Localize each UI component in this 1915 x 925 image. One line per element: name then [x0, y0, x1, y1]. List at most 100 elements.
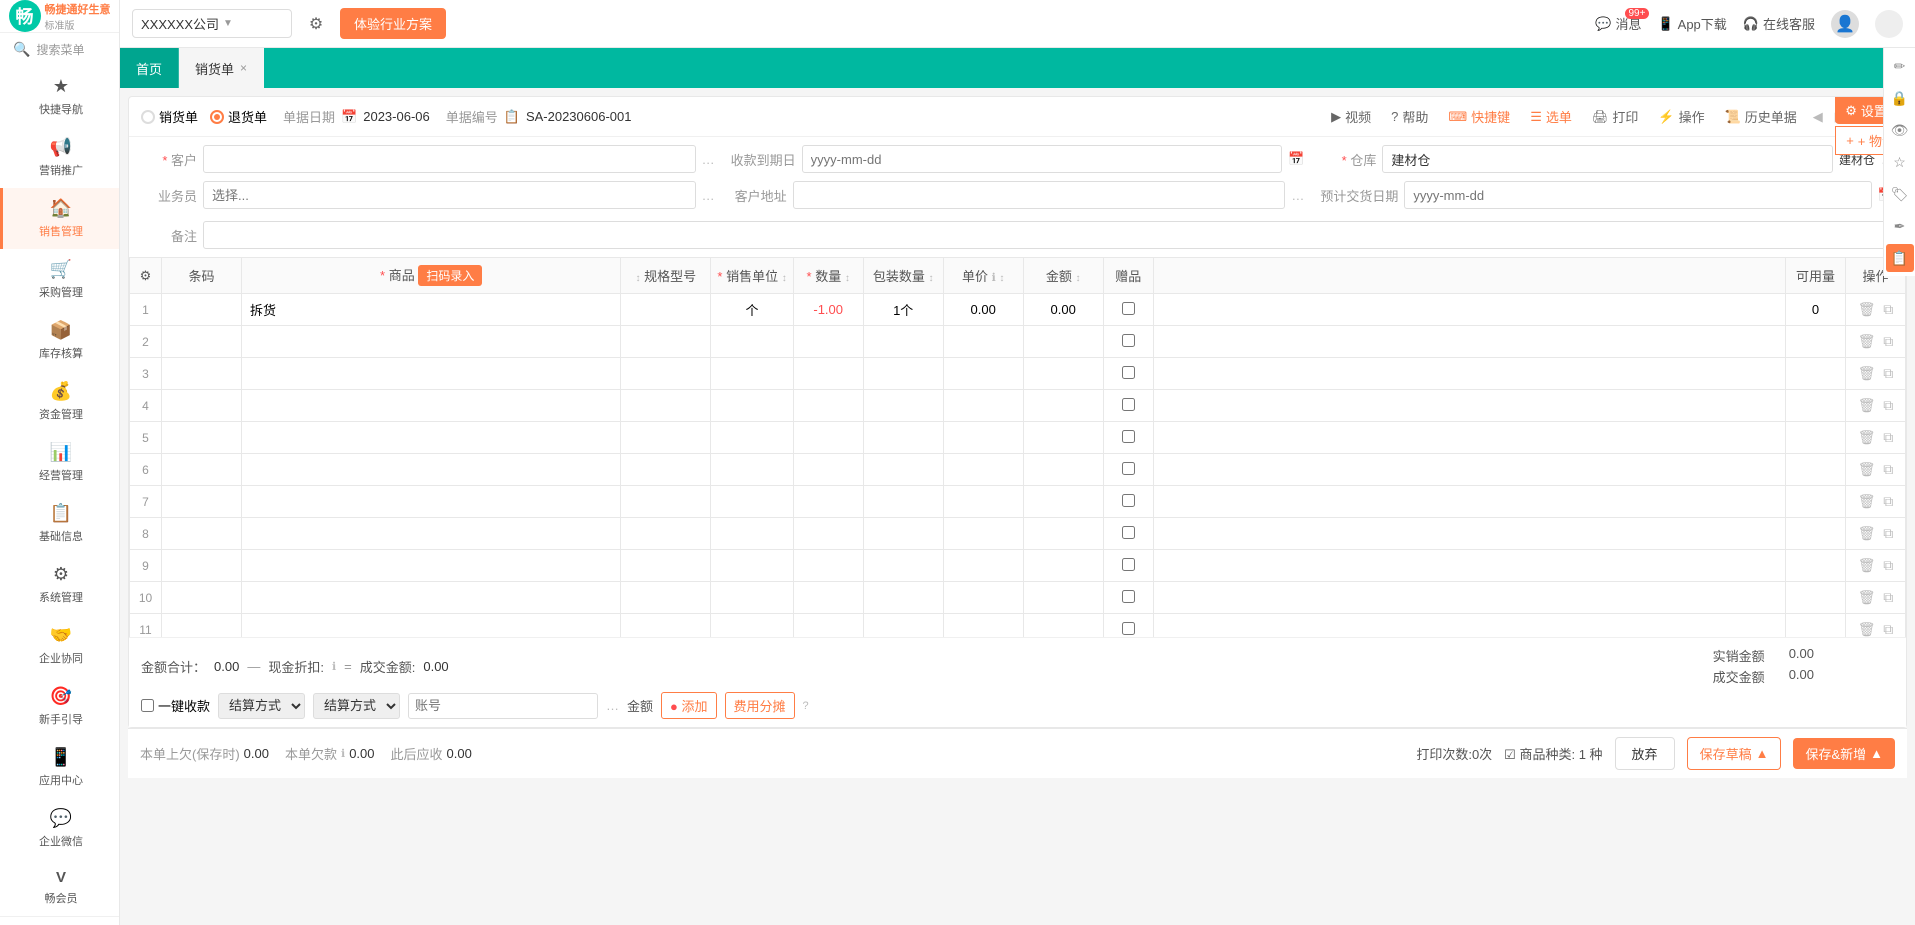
- cell-barcode-4[interactable]: [162, 422, 242, 454]
- right-panel-orange-btn[interactable]: 📋: [1886, 244, 1914, 272]
- operate-btn[interactable]: ⚡ 操作: [1652, 105, 1710, 128]
- gift-checkbox-5[interactable]: [1122, 462, 1135, 475]
- one-click-checkbox[interactable]: [141, 699, 154, 712]
- cell-gift-5[interactable]: [1103, 454, 1153, 486]
- right-panel-star-btn[interactable]: ☆: [1886, 148, 1914, 176]
- remark-input[interactable]: [203, 221, 1894, 249]
- one-click-payment-checkbox[interactable]: 一键收款: [141, 696, 210, 715]
- cell-amount-3[interactable]: [1023, 390, 1103, 422]
- cell-qty-1[interactable]: [793, 326, 863, 358]
- cell-qty-4[interactable]: [793, 422, 863, 454]
- total-debt-info-icon[interactable]: ℹ: [341, 747, 345, 760]
- cell-pack-qty-8[interactable]: [863, 550, 943, 582]
- copy-icon-1[interactable]: ⧉: [1883, 333, 1893, 349]
- sidebar-item-guide[interactable]: 🎯 新手引导: [0, 676, 119, 737]
- cell-pack-qty-4[interactable]: [863, 422, 943, 454]
- column-settings-icon[interactable]: ⚙: [140, 268, 152, 283]
- cell-amount-2[interactable]: [1023, 358, 1103, 390]
- cell-barcode-2[interactable]: [162, 358, 242, 390]
- cell-price-0[interactable]: 0.00: [943, 294, 1023, 326]
- cell-amount-1[interactable]: [1023, 326, 1103, 358]
- delete-icon-1[interactable]: 🗑: [1858, 333, 1876, 349]
- gift-checkbox-10[interactable]: [1122, 622, 1135, 635]
- cell-qty-5[interactable]: [793, 454, 863, 486]
- cell-price-1[interactable]: [943, 326, 1023, 358]
- cell-price-7[interactable]: [943, 518, 1023, 550]
- account-more-icon[interactable]: …: [606, 698, 619, 713]
- delete-icon-2[interactable]: 🗑: [1858, 365, 1876, 381]
- cell-qty-7[interactable]: [793, 518, 863, 550]
- cell-barcode-10[interactable]: [162, 614, 242, 638]
- cell-pack-qty-3[interactable]: [863, 390, 943, 422]
- message-btn[interactable]: 💬 消息 99+: [1595, 14, 1641, 33]
- cell-gift-9[interactable]: [1103, 582, 1153, 614]
- cell-product-5[interactable]: [242, 454, 621, 486]
- copy-icon-4[interactable]: ⧉: [1883, 429, 1893, 445]
- gift-checkbox-3[interactable]: [1122, 398, 1135, 411]
- cell-pack-qty-10[interactable]: [863, 614, 943, 638]
- copy-icon-7[interactable]: ⧉: [1883, 525, 1893, 541]
- delete-icon-9[interactable]: 🗑: [1858, 589, 1876, 605]
- cell-product-9[interactable]: [242, 582, 621, 614]
- cell-spec-2[interactable]: [621, 358, 711, 390]
- cell-unit-9[interactable]: [711, 582, 793, 614]
- cell-gift-0[interactable]: [1103, 294, 1153, 326]
- sidebar-item-marketing[interactable]: 📢 营销推广: [0, 127, 119, 188]
- gift-checkbox-2[interactable]: [1122, 366, 1135, 379]
- cell-qty-6[interactable]: [793, 486, 863, 518]
- sidebar-item-system[interactable]: ⚙ 系统管理: [0, 554, 119, 615]
- cell-price-2[interactable]: [943, 358, 1023, 390]
- right-panel-tag-btn[interactable]: 🏷: [1886, 180, 1914, 208]
- delete-icon-3[interactable]: 🗑: [1858, 397, 1876, 413]
- cell-product-6[interactable]: [242, 486, 621, 518]
- copy-icon-6[interactable]: ⧉: [1883, 493, 1893, 509]
- expected-date-input[interactable]: [1404, 181, 1871, 209]
- cell-spec-9[interactable]: [621, 582, 711, 614]
- discard-btn[interactable]: 放弃: [1615, 737, 1675, 770]
- nav-prev-icon[interactable]: ◀: [1813, 109, 1823, 125]
- cell-spec-10[interactable]: [621, 614, 711, 638]
- th-settings[interactable]: ⚙: [130, 258, 162, 294]
- delete-icon-6[interactable]: 🗑: [1858, 493, 1876, 509]
- history-btn[interactable]: 📜 历史单据: [1719, 105, 1803, 128]
- delete-icon-5[interactable]: 🗑: [1858, 461, 1876, 477]
- cell-spec-1[interactable]: [621, 326, 711, 358]
- cell-product-3[interactable]: [242, 390, 621, 422]
- fenyong-help-icon[interactable]: ?: [803, 700, 809, 712]
- delete-icon-7[interactable]: 🗑: [1858, 525, 1876, 541]
- cell-gift-8[interactable]: [1103, 550, 1153, 582]
- cell-amount-10[interactable]: [1023, 614, 1103, 638]
- cell-spec-8[interactable]: [621, 550, 711, 582]
- cell-product-0[interactable]: 拆货: [242, 294, 621, 326]
- cell-pack-qty-6[interactable]: [863, 486, 943, 518]
- cell-barcode-8[interactable]: [162, 550, 242, 582]
- delete-icon-0[interactable]: 🗑: [1858, 301, 1876, 317]
- cell-gift-3[interactable]: [1103, 390, 1153, 422]
- gift-checkbox-7[interactable]: [1122, 526, 1135, 539]
- add-payment-btn[interactable]: ● 添加: [661, 692, 716, 719]
- sidebar-item-quick-nav[interactable]: ★ 快捷导航: [0, 66, 119, 127]
- cell-unit-8[interactable]: [711, 550, 793, 582]
- cell-pack-qty-1[interactable]: [863, 326, 943, 358]
- company-selector[interactable]: XXXXXX公司 ▼: [132, 9, 292, 38]
- cell-spec-7[interactable]: [621, 518, 711, 550]
- cell-unit-3[interactable]: [711, 390, 793, 422]
- cell-pack-qty-5[interactable]: [863, 454, 943, 486]
- cell-pack-qty-9[interactable]: [863, 582, 943, 614]
- gift-checkbox-4[interactable]: [1122, 430, 1135, 443]
- cell-barcode-1[interactable]: [162, 326, 242, 358]
- gift-checkbox-9[interactable]: [1122, 590, 1135, 603]
- customer-address-input[interactable]: [793, 181, 1286, 209]
- tab-home[interactable]: 首页: [120, 48, 179, 88]
- cell-price-6[interactable]: [943, 486, 1023, 518]
- cell-amount-9[interactable]: [1023, 582, 1103, 614]
- cell-product-10[interactable]: [242, 614, 621, 638]
- sidebar-item-inventory[interactable]: 📦 库存核算: [0, 310, 119, 371]
- cell-amount-8[interactable]: [1023, 550, 1103, 582]
- cell-price-9[interactable]: [943, 582, 1023, 614]
- cell-product-7[interactable]: [242, 518, 621, 550]
- copy-icon-0[interactable]: ⧉: [1883, 301, 1893, 317]
- salesperson-input[interactable]: [203, 181, 696, 209]
- help-btn[interactable]: ? 帮助: [1385, 105, 1434, 128]
- cell-unit-2[interactable]: [711, 358, 793, 390]
